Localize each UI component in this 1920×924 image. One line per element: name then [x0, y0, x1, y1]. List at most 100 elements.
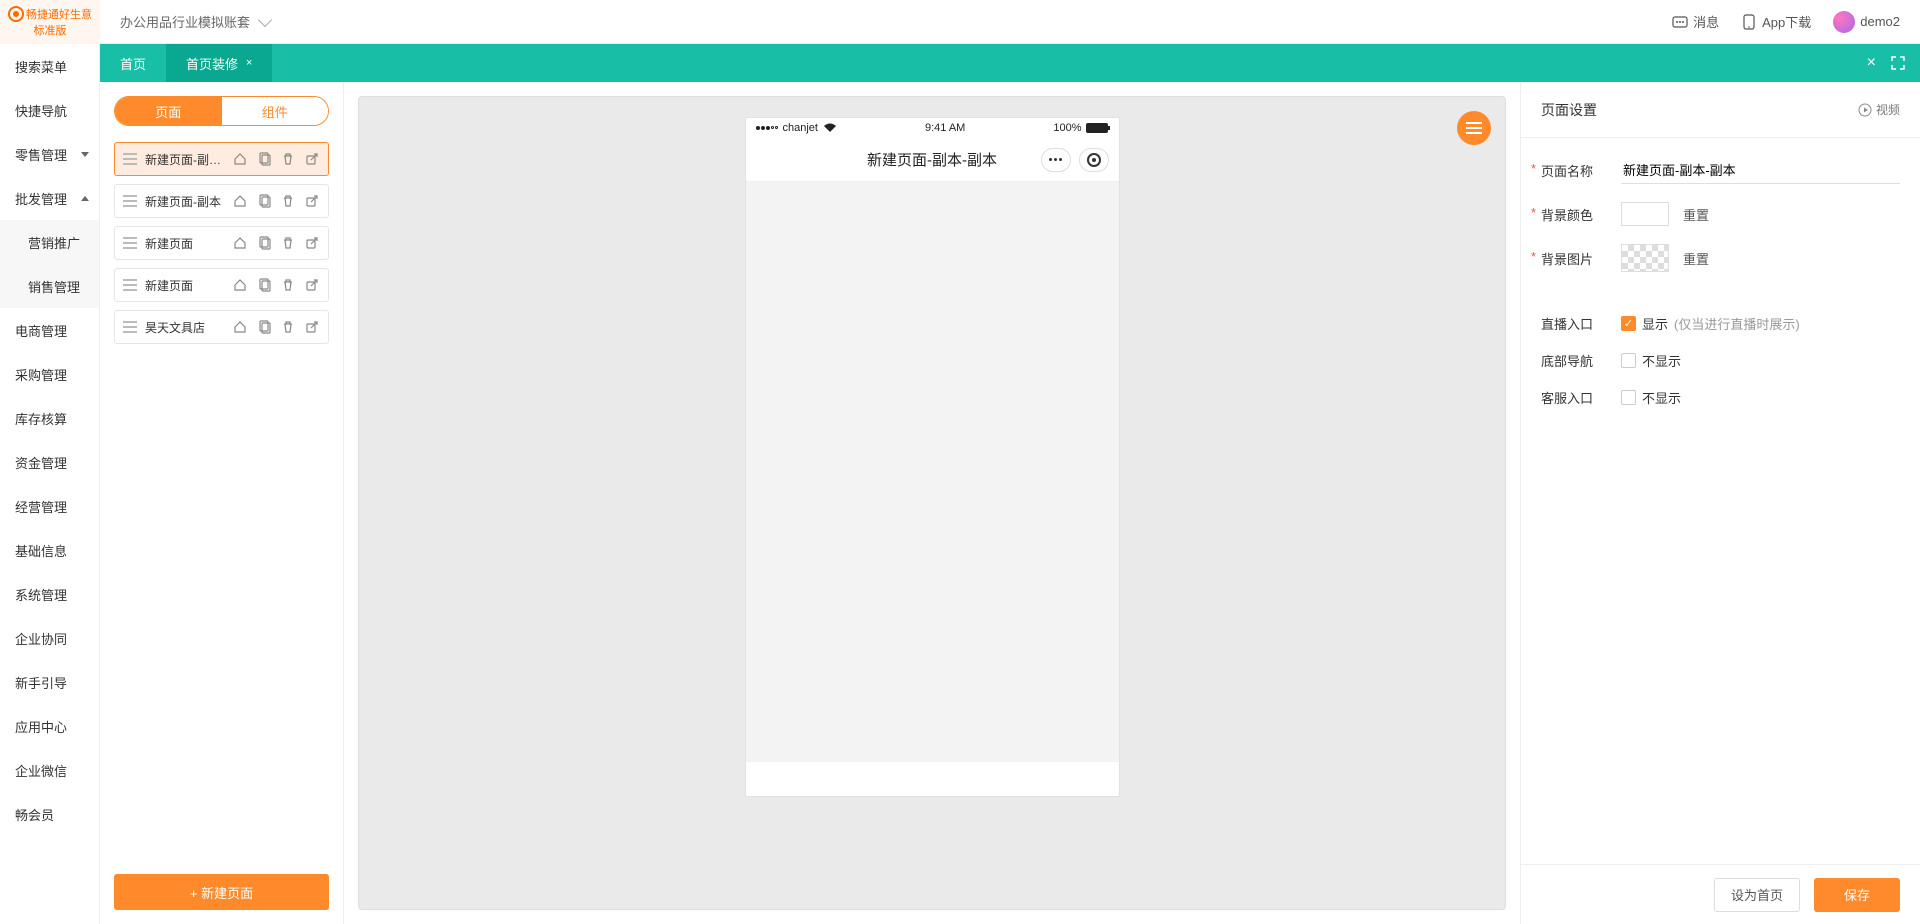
home-icon[interactable] [232, 193, 248, 209]
bg-color-label: 背景颜色 [1541, 205, 1621, 224]
sidebar-item[interactable]: 搜索菜单 [0, 44, 99, 88]
app-download-link[interactable]: App下载 [1741, 12, 1811, 31]
bottom-nav-show-label: 不显示 [1642, 351, 1681, 370]
live-entry-label: 直播入口 [1541, 314, 1621, 333]
drag-handle-icon[interactable] [123, 321, 137, 333]
sidebar-item[interactable]: 库存核算 [0, 396, 99, 440]
home-icon[interactable] [232, 151, 248, 167]
del-icon[interactable] [280, 193, 296, 209]
tabbar: 首页 首页装修 × × [100, 44, 1920, 82]
time-label: 9:41 AM [925, 122, 965, 134]
tab-label: 首页 [120, 54, 146, 73]
del-icon[interactable] [280, 277, 296, 293]
tab-close-icon[interactable]: × [246, 57, 252, 69]
tab[interactable]: 首页 [100, 44, 166, 82]
bg-image-reset[interactable]: 重置 [1683, 249, 1709, 268]
bg-image-label: 背景图片 [1541, 249, 1621, 268]
copy-icon[interactable] [256, 277, 272, 293]
home-icon[interactable] [232, 277, 248, 293]
sidebar-item[interactable]: 新手引导 [0, 660, 99, 704]
bg-color-reset[interactable]: 重置 [1683, 205, 1709, 224]
page-item[interactable]: 新建页面-副本-... [114, 142, 329, 176]
sidebar-item-label: 快捷导航 [15, 101, 67, 120]
page-item[interactable]: 新建页面 [114, 268, 329, 302]
page-item[interactable]: 昊天文具店 [114, 310, 329, 344]
sidebar-item[interactable]: 快捷导航 [0, 88, 99, 132]
account-selector[interactable]: 办公用品行业模拟账套 [120, 12, 270, 31]
page-name-label: 页面名称 [1541, 161, 1621, 180]
chevron-down-icon [258, 12, 272, 26]
home-icon[interactable] [232, 319, 248, 335]
user-menu[interactable]: demo2 [1833, 11, 1900, 33]
sidebar-item-label: 批发管理 [15, 189, 67, 208]
del-icon[interactable] [280, 319, 296, 335]
drag-handle-icon[interactable] [123, 195, 137, 207]
set-home-button[interactable]: 设为首页 [1714, 878, 1800, 912]
drag-handle-icon[interactable] [123, 153, 137, 165]
miniapp-menu-button[interactable] [1041, 148, 1071, 172]
target-icon [1087, 153, 1101, 167]
drag-handle-icon[interactable] [123, 279, 137, 291]
sidebar-item[interactable]: 零售管理 [0, 132, 99, 176]
video-link[interactable]: 视频 [1858, 101, 1900, 118]
share-icon[interactable] [304, 277, 320, 293]
messages-link[interactable]: 消息 [1672, 12, 1719, 31]
sidebar-item[interactable]: 畅会员 [0, 792, 99, 836]
live-checkbox[interactable]: ✓ [1621, 316, 1636, 331]
sidebar-item[interactable]: 企业协同 [0, 616, 99, 660]
del-icon[interactable] [280, 151, 296, 167]
share-icon[interactable] [304, 319, 320, 335]
share-icon[interactable] [304, 235, 320, 251]
seg-component[interactable]: 组件 [222, 97, 329, 125]
tab-label: 首页装修 [186, 54, 238, 73]
phone-body[interactable] [746, 182, 1119, 762]
sidebar-item[interactable]: 营销推广 [0, 220, 99, 264]
sidebar-item[interactable]: 基础信息 [0, 528, 99, 572]
page-item-name: 昊天文具店 [145, 319, 224, 336]
bottom-nav-checkbox[interactable] [1621, 353, 1636, 368]
copy-icon[interactable] [256, 193, 272, 209]
sidebar-item-label: 新手引导 [15, 673, 67, 692]
del-icon[interactable] [280, 235, 296, 251]
sidebar-item-label: 畅会员 [15, 805, 54, 824]
sidebar-item-label: 营销推广 [28, 233, 80, 252]
miniapp-close-button[interactable] [1079, 148, 1109, 172]
copy-icon[interactable] [256, 151, 272, 167]
fullscreen-icon[interactable] [1890, 55, 1906, 71]
share-icon[interactable] [304, 193, 320, 209]
bg-color-swatch[interactable] [1621, 202, 1669, 226]
sidebar-item[interactable]: 电商管理 [0, 308, 99, 352]
sidebar-item[interactable]: 应用中心 [0, 704, 99, 748]
bg-image-swatch[interactable] [1621, 244, 1669, 272]
phone-title: 新建页面-副本-副本 [867, 149, 997, 170]
sidebar-item[interactable]: 资金管理 [0, 440, 99, 484]
tab[interactable]: 首页装修 × [166, 44, 272, 82]
copy-icon[interactable] [256, 235, 272, 251]
drawer-toggle-button[interactable] [1457, 111, 1491, 145]
close-all-icon[interactable]: × [1867, 54, 1876, 72]
sidebar-item[interactable]: 经营管理 [0, 484, 99, 528]
sidebar-item[interactable]: 销售管理 [0, 264, 99, 308]
new-page-button[interactable]: + 新建页面 [114, 874, 329, 910]
sidebar-item[interactable]: 采购管理 [0, 352, 99, 396]
sidebar-item[interactable]: 企业微信 [0, 748, 99, 792]
page-list: 新建页面-副本-...新建页面-副本新建页面新建页面昊天文具店 [114, 142, 329, 860]
page-item[interactable]: 新建页面-副本 [114, 184, 329, 218]
service-checkbox[interactable] [1621, 390, 1636, 405]
seg-page[interactable]: 页面 [115, 97, 222, 125]
battery-label: 100% [1053, 122, 1081, 134]
home-icon[interactable] [232, 235, 248, 251]
sidebar-item[interactable]: 系统管理 [0, 572, 99, 616]
brand-edition: 标准版 [34, 22, 67, 38]
service-show-label: 不显示 [1642, 388, 1681, 407]
settings-title: 页面设置 [1541, 100, 1597, 120]
sidebar-item[interactable]: 批发管理 [0, 176, 99, 220]
save-button[interactable]: 保存 [1814, 878, 1900, 912]
sidebar: 搜索菜单快捷导航零售管理批发管理营销推广销售管理电商管理采购管理库存核算资金管理… [0, 44, 100, 924]
page-item[interactable]: 新建页面 [114, 226, 329, 260]
page-name-input[interactable] [1621, 156, 1900, 184]
account-name: 办公用品行业模拟账套 [120, 12, 250, 31]
share-icon[interactable] [304, 151, 320, 167]
drag-handle-icon[interactable] [123, 237, 137, 249]
copy-icon[interactable] [256, 319, 272, 335]
